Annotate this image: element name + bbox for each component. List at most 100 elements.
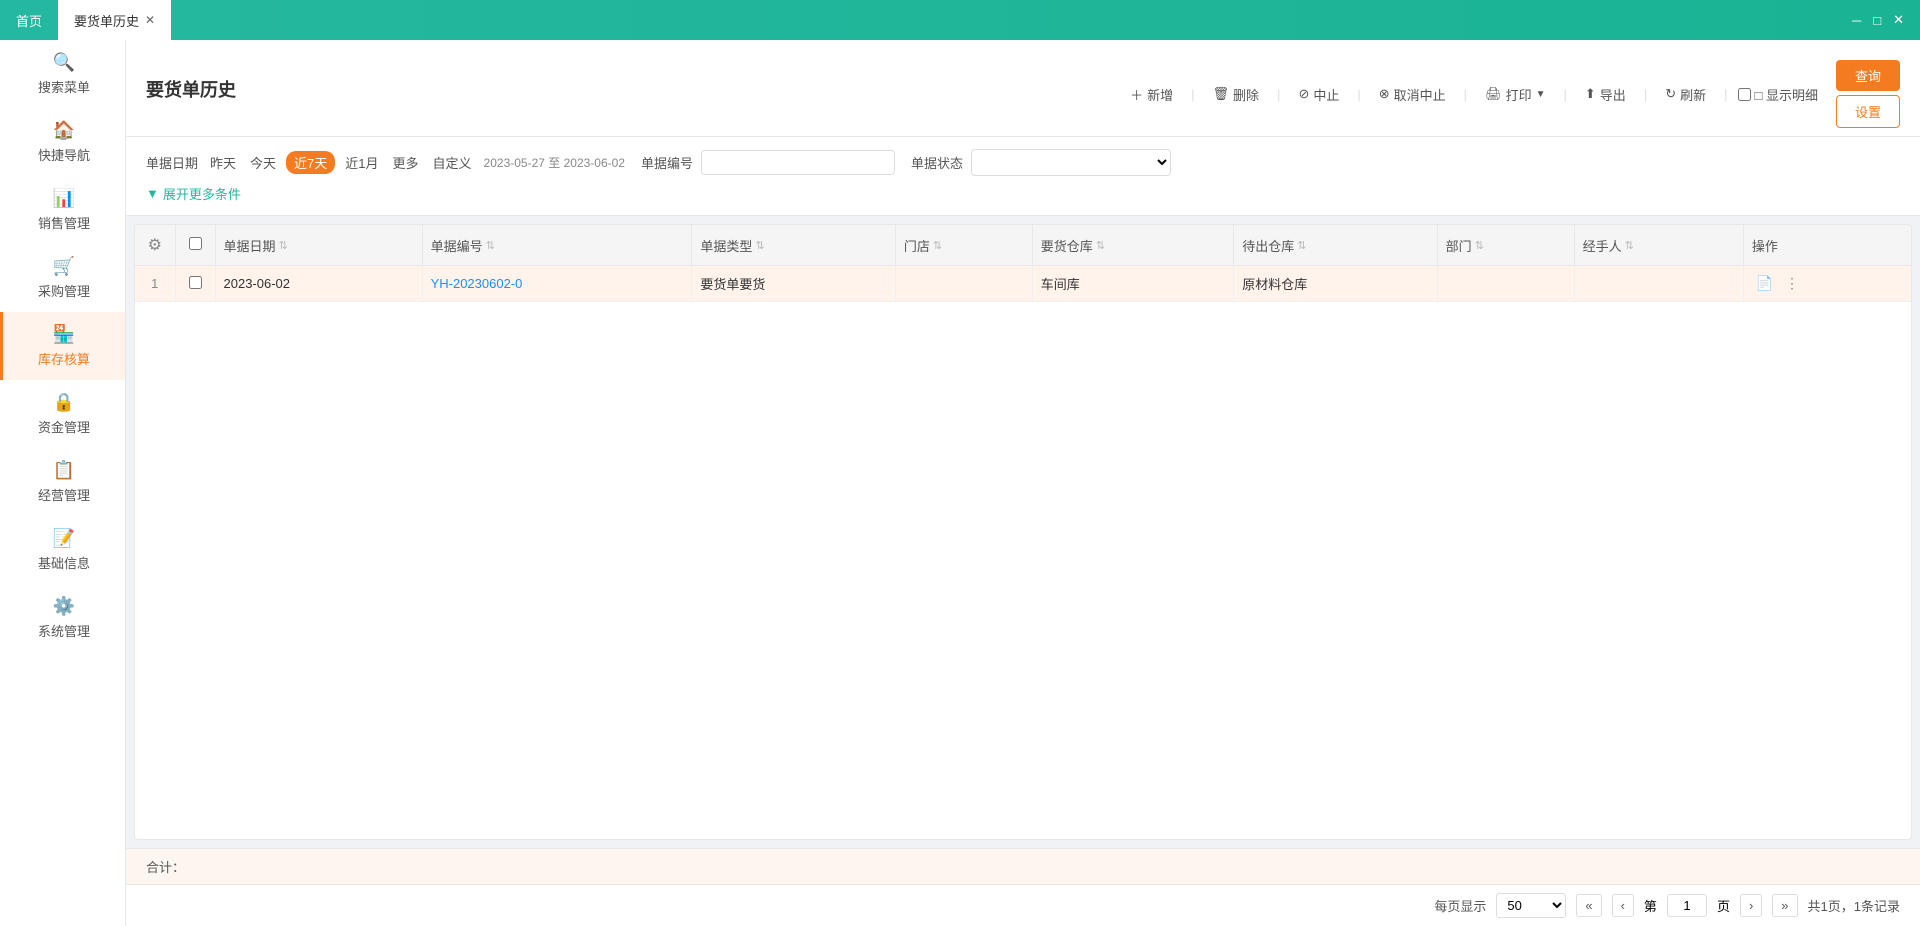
next-page-button[interactable]: › [1740,894,1762,917]
sidebar-item-inventory[interactable]: 🏪 库存核算 [0,312,125,380]
page-size-select[interactable]: 50 10 20 100 [1496,893,1566,918]
summary-label: 合计： [146,860,185,875]
display-detail-button[interactable]: □ 显示明细 [1738,85,1818,104]
sort-pending-warehouse-icon[interactable]: ⇅ [1297,239,1306,252]
inventory-icon: 🏪 [53,324,75,345]
sidebar-item-basic-info[interactable]: 📝 基础信息 [0,516,125,584]
print-icon: 🖨 [1485,86,1502,102]
refresh-icon: ↻ [1665,86,1676,102]
shortcut-7days[interactable]: 近7天 [286,151,335,174]
tab-requisition-history[interactable]: 要货单历史 ✕ [58,0,171,40]
divider-7: | [1724,87,1727,102]
date-shortcuts: 昨天 今天 近7天 近1月 更多 自定义 [206,151,476,174]
sort-store-icon[interactable]: ⇅ [933,239,942,252]
shortcut-yesterday[interactable]: 昨天 [206,151,240,174]
date-filter-label: 单据日期 [146,153,198,172]
query-button[interactable]: 查询 [1836,60,1900,91]
sidebar-label-purchase: 采购管理 [38,281,90,300]
th-type-label: 单据类型 [700,236,752,255]
divider-1: | [1191,87,1194,102]
tab-close-icon[interactable]: ✕ [145,13,155,27]
row-more-icon[interactable]: ⋮ [1781,273,1803,293]
row-date: 2023-06-02 [215,266,422,302]
select-all-checkbox[interactable] [189,237,202,250]
row-checkbox[interactable] [189,276,202,289]
th-req-warehouse: 要货仓库 ⇅ [1032,225,1233,266]
export-icon: ⬆ [1585,86,1596,102]
th-checkbox [175,225,215,266]
table-settings-icon[interactable]: ⚙ [148,237,162,254]
page-label-suffix: 页 [1717,896,1730,915]
table-area: ⚙ 单据日期 ⇅ 单据编号 [134,224,1912,840]
sidebar-item-finance[interactable]: 🔒 资金管理 [0,380,125,448]
prev-page-button[interactable]: ‹ [1612,894,1634,917]
window-close-icon[interactable]: ✕ [1893,12,1904,28]
sidebar-item-quick-nav[interactable]: 🏠 快捷导航 [0,108,125,176]
th-date: 单据日期 ⇅ [215,225,422,266]
first-page-button[interactable]: « [1576,894,1601,917]
row-action: 📄 ⋮ [1743,266,1911,302]
sort-date-icon[interactable]: ⇅ [279,239,288,252]
status-select[interactable] [971,149,1171,176]
print-dropdown-icon: ▼ [1536,89,1546,100]
settings-button[interactable]: 设置 [1836,95,1900,128]
tab-home[interactable]: 首页 [0,0,58,40]
display-detail-checkbox[interactable] [1738,88,1751,101]
divider-5: | [1564,87,1567,102]
divider-4: | [1464,87,1467,102]
window-minimize-icon[interactable]: ─ [1852,13,1861,28]
sidebar-item-operations[interactable]: 📋 经营管理 [0,448,125,516]
window-maximize-icon[interactable]: □ [1873,13,1881,28]
doc-number-label: 单据编号 [641,153,693,172]
divider-3: | [1357,87,1360,102]
th-settings: ⚙ [135,225,175,266]
date-range-display: 2023-05-27 至 2023-06-02 [484,154,625,171]
refresh-button[interactable]: ↻ 刷新 [1657,81,1714,108]
shortcut-more[interactable]: 更多 [389,151,423,174]
sort-department-icon[interactable]: ⇅ [1475,239,1484,252]
stop-icon: ⊘ [1298,86,1309,102]
last-page-button[interactable]: » [1772,894,1797,917]
sort-number-icon[interactable]: ⇅ [486,239,495,252]
shortcut-1month[interactable]: 近1月 [341,151,382,174]
new-icon: ＋ [1130,85,1143,104]
filter-status: 单据状态 [911,149,1171,176]
refresh-label: 刷新 [1680,85,1706,104]
shortcut-custom[interactable]: 自定义 [429,151,476,174]
sidebar-item-sales[interactable]: 📊 销售管理 [0,176,125,244]
page-number-input[interactable] [1667,894,1707,917]
sidebar-label-inventory: 库存核算 [38,349,90,368]
shortcut-today[interactable]: 今天 [246,151,280,174]
tab-home-label: 首页 [16,11,42,30]
row-edit-icon[interactable]: 📄 [1752,273,1777,293]
doc-number-input[interactable] [701,150,895,175]
top-right-controls: ─ □ ✕ [1852,12,1920,28]
sort-req-warehouse-icon[interactable]: ⇅ [1096,239,1105,252]
sidebar-label-basic-info: 基础信息 [38,553,90,572]
filter-doc-number: 单据编号 [641,150,895,175]
new-button[interactable]: ＋ 新增 [1122,81,1181,108]
sidebar: 🔍 搜索菜单 🏠 快捷导航 📊 销售管理 🛒 采购管理 🏪 库存核算 🔒 资金管… [0,40,126,926]
cancel-stop-button[interactable]: ⊗ 取消中止 [1371,81,1454,108]
sidebar-item-purchase[interactable]: 🛒 采购管理 [0,244,125,312]
export-label: 导出 [1600,85,1626,104]
page-label-prefix: 第 [1644,896,1657,915]
print-button[interactable]: 🖨 打印 ▼ [1477,81,1553,108]
expand-more-button[interactable]: ▼ 展开更多条件 [146,184,1900,203]
table-row: 1 2023-06-02 YH-20230602-0 要货单要货 车间库 原材料… [135,266,1911,302]
sidebar-item-search-menu[interactable]: 🔍 搜索菜单 [0,40,125,108]
th-date-label: 单据日期 [224,236,276,255]
status-label: 单据状态 [911,153,963,172]
sort-type-icon[interactable]: ⇅ [755,239,764,252]
finance-icon: 🔒 [53,392,75,413]
stop-button[interactable]: ⊘ 中止 [1290,81,1347,108]
row-number-link[interactable]: YH-20230602-0 [431,276,523,291]
cancel-stop-icon: ⊗ [1379,86,1390,102]
sidebar-label-finance: 资金管理 [38,417,90,436]
th-action: 操作 [1743,225,1911,266]
export-button[interactable]: ⬆ 导出 [1577,81,1634,108]
sort-handler-icon[interactable]: ⇅ [1625,239,1634,252]
expand-icon: ▼ [146,186,159,201]
sidebar-item-system[interactable]: ⚙️ 系统管理 [0,584,125,652]
delete-button[interactable]: 🗑 删除 [1205,81,1268,108]
